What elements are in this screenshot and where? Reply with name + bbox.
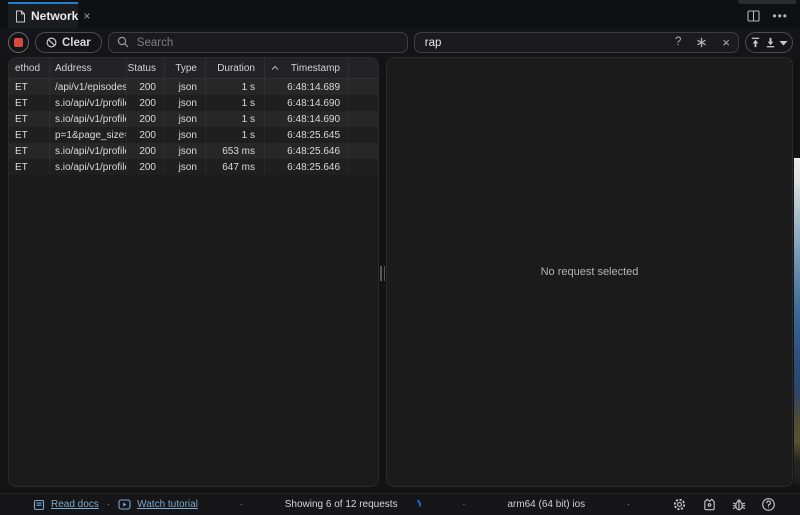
tab-bar: Network × •••: [0, 0, 800, 28]
regex-asterisk-icon[interactable]: [696, 37, 707, 48]
column-header-timestamp[interactable]: Timestamp: [265, 58, 349, 78]
table-row[interactable]: ET /api/v1/episodes/c 200 json 1 s 6:48:…: [9, 79, 378, 95]
tab-network[interactable]: Network ×: [8, 2, 90, 28]
sort-ascending-icon: [271, 65, 279, 71]
upload-icon[interactable]: [750, 37, 761, 48]
toolbar: Clear ? ×: [0, 28, 800, 57]
background-window-fragment: [738, 0, 796, 4]
column-header-duration[interactable]: Duration: [206, 58, 265, 78]
column-header-filler: [349, 58, 378, 78]
record-toggle-button[interactable]: [8, 32, 29, 53]
column-header-status[interactable]: Status: [127, 58, 165, 78]
request-count-text: Showing 6 of 12 requests: [284, 499, 398, 510]
request-table-panel: ethod Address Status Type Duration Times…: [8, 57, 379, 487]
read-docs-link[interactable]: Read docs: [33, 499, 99, 511]
separator-dot: ·: [462, 499, 466, 510]
import-export-group: [745, 32, 793, 53]
tab-close-icon[interactable]: ×: [83, 10, 90, 22]
filter-clear-icon[interactable]: ×: [722, 36, 730, 49]
separator-dot: ·: [626, 499, 631, 510]
table-header-row: ethod Address Status Type Duration Times…: [9, 58, 378, 79]
table-row[interactable]: ET s.io/api/v1/profile 200 json 653 ms 6…: [9, 143, 378, 159]
request-table-body: ET /api/v1/episodes/c 200 json 1 s 6:48:…: [9, 79, 378, 175]
table-row[interactable]: ET s.io/api/v1/profile 200 json 1 s 6:48…: [9, 111, 378, 127]
search-icon: [117, 36, 129, 48]
table-row[interactable]: ET s.io/api/v1/profile 200 json 647 ms 6…: [9, 159, 378, 175]
column-header-method[interactable]: ethod: [9, 58, 50, 78]
desktop-wallpaper-sliver: [794, 158, 800, 484]
empty-state-message: No request selected: [540, 266, 639, 278]
video-play-icon: [118, 499, 131, 510]
request-detail-panel: No request selected: [386, 57, 793, 487]
table-row[interactable]: ET s.io/api/v1/profile 200 json 1 s 6:48…: [9, 95, 378, 111]
book-icon: [33, 499, 45, 511]
status-bar: Read docs · Watch tutorial · Showing 6 o…: [0, 493, 800, 515]
plugin-manager-icon[interactable]: [702, 497, 717, 512]
bug-icon[interactable]: [732, 497, 746, 512]
watch-tutorial-link[interactable]: Watch tutorial: [118, 499, 198, 510]
column-header-type[interactable]: Type: [165, 58, 206, 78]
clear-button-label: Clear: [62, 36, 91, 49]
record-icon: [14, 38, 23, 47]
filter-field-wrap: ? ×: [413, 32, 739, 53]
filter-help-icon[interactable]: ?: [675, 36, 681, 49]
more-menu-icon[interactable]: •••: [772, 10, 788, 22]
chevron-down-icon[interactable]: [779, 40, 788, 46]
search-input[interactable]: [107, 32, 408, 53]
help-icon[interactable]: [761, 497, 776, 512]
clear-icon: [46, 37, 57, 48]
table-row[interactable]: ET p=1&page_size=10 200 json 1 s 6:48:25…: [9, 127, 378, 143]
search-field-wrap: [107, 32, 408, 53]
separator-dot: ·: [106, 499, 111, 510]
separator-dot: ·: [239, 499, 243, 510]
panel-resize-handle[interactable]: [380, 266, 385, 281]
split-layout-icon[interactable]: [747, 10, 760, 22]
tab-network-label: Network: [31, 9, 79, 23]
settings-gear-icon[interactable]: [672, 497, 687, 512]
download-icon[interactable]: [765, 37, 776, 48]
document-icon: [15, 10, 26, 23]
column-header-address[interactable]: Address: [50, 58, 127, 78]
clear-button[interactable]: Clear: [35, 32, 102, 53]
platform-text: arm64 (64 bit) ios: [507, 499, 586, 510]
